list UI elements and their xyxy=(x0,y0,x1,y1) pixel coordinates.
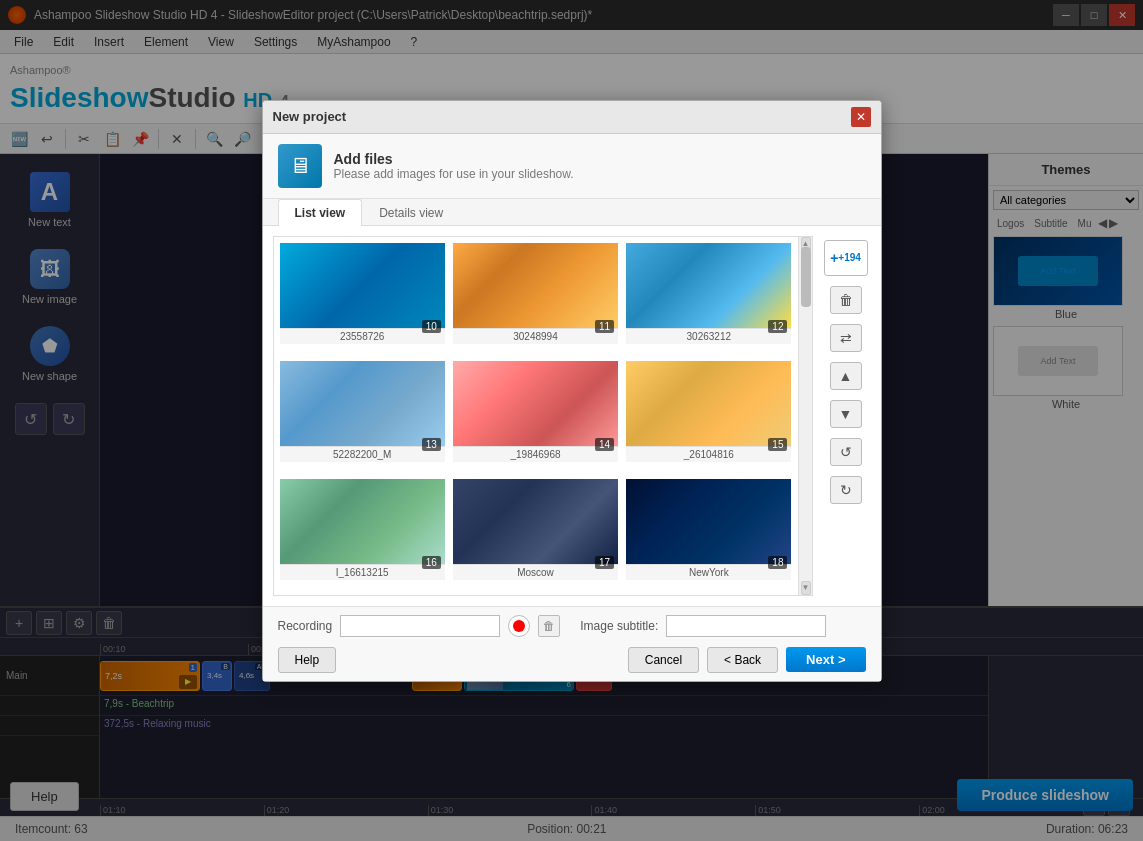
image-thumb-newyork xyxy=(626,479,791,564)
image-cell-12[interactable]: 12 30263212 xyxy=(624,241,793,355)
image-thumb-kid2 xyxy=(626,361,791,446)
add-files-button[interactable]: + +194 xyxy=(824,240,868,276)
modal-header-text: Add files Please add images for use in y… xyxy=(334,151,574,181)
new-project-modal: New project ✕ 🖥 Add files Please add ima… xyxy=(262,100,882,682)
image-cell-11[interactable]: 11 30248994 xyxy=(451,241,620,355)
modal-body: 10 23558726 11 30248994 12 30263212 xyxy=(263,226,881,606)
modal-fields: Recording 🗑 Image subtitle: xyxy=(278,615,866,637)
modal-tabs: List view Details view xyxy=(263,199,881,226)
image-thumb-glasses xyxy=(626,243,791,328)
modal-header-desc: Please add images for use in your slides… xyxy=(334,167,574,181)
add-count-label: +194 xyxy=(838,252,861,263)
move-up-button[interactable]: ▲ xyxy=(830,362,862,390)
image-cell-16[interactable]: 16 I_16613215 xyxy=(278,477,447,591)
record-button[interactable] xyxy=(508,615,530,637)
image-name-18: NewYork xyxy=(626,564,791,580)
image-cell-17[interactable]: 17 Moscow xyxy=(451,477,620,591)
rotate-ccw-ctrl[interactable]: ↺ xyxy=(830,438,862,466)
modal-close-button[interactable]: ✕ xyxy=(851,107,871,127)
image-num-14: 14 xyxy=(595,438,614,451)
image-name-13: 52282200_M xyxy=(280,446,445,462)
modal-header: 🖥 Add files Please add images for use in… xyxy=(263,134,881,199)
recording-field: Recording 🗑 xyxy=(278,615,561,637)
image-cell-15[interactable]: 15 _26104816 xyxy=(624,359,793,473)
grid-side-controls: + +194 🗑 ⇄ ▲ ▼ ↺ ↻ xyxy=(821,236,871,596)
image-thumb-kids xyxy=(453,243,618,328)
image-cell-13[interactable]: 13 52282200_M xyxy=(278,359,447,473)
image-grid-scrollbar[interactable]: ▲ ▼ xyxy=(798,237,812,595)
modal-help-button[interactable]: Help xyxy=(278,647,337,673)
rotate-cw-ctrl[interactable]: ↻ xyxy=(830,476,862,504)
modal-titlebar: New project ✕ xyxy=(263,101,881,134)
modal-overlay: New project ✕ 🖥 Add files Please add ima… xyxy=(0,0,1143,841)
image-grid: 10 23558726 11 30248994 12 30263212 xyxy=(274,237,798,595)
image-num-18: 18 xyxy=(768,556,787,569)
modal-header-title: Add files xyxy=(334,151,574,167)
scroll-down-button[interactable]: ▼ xyxy=(801,581,811,595)
recording-input[interactable] xyxy=(340,615,500,637)
modal-next-button[interactable]: Next > xyxy=(786,647,865,672)
recording-delete-button[interactable]: 🗑 xyxy=(538,615,560,637)
image-thumb-dance xyxy=(280,361,445,446)
modal-bottom: Recording 🗑 Image subtitle: Help Cancel … xyxy=(263,606,881,681)
image-name-17: Moscow xyxy=(453,564,618,580)
image-subtitle-input[interactable] xyxy=(666,615,826,637)
image-name-10: 23558726 xyxy=(280,328,445,344)
image-num-17: 17 xyxy=(595,556,614,569)
image-subtitle-field: Image subtitle: xyxy=(580,615,826,637)
modal-header-icon: 🖥 xyxy=(278,144,322,188)
image-name-15: _26104816 xyxy=(626,446,791,462)
image-cell-10[interactable]: 10 23558726 xyxy=(278,241,447,355)
image-num-15: 15 xyxy=(768,438,787,451)
image-name-16: I_16613215 xyxy=(280,564,445,580)
image-name-12: 30263212 xyxy=(626,328,791,344)
image-thumb-group xyxy=(453,361,618,446)
image-thumb-family xyxy=(280,479,445,564)
scrollbar-thumb[interactable] xyxy=(801,247,811,307)
image-num-10: 10 xyxy=(422,320,441,333)
image-name-14: _19846968 xyxy=(453,446,618,462)
shuffle-button[interactable]: ⇄ xyxy=(830,324,862,352)
modal-actions: Help Cancel < Back Next > xyxy=(278,647,866,673)
record-dot-icon xyxy=(513,620,525,632)
image-cell-14[interactable]: 14 _19846968 xyxy=(451,359,620,473)
modal-cancel-button[interactable]: Cancel xyxy=(628,647,699,673)
image-num-12: 12 xyxy=(768,320,787,333)
delete-file-button[interactable]: 🗑 xyxy=(830,286,862,314)
image-num-11: 11 xyxy=(595,320,614,333)
modal-tab-list[interactable]: List view xyxy=(278,199,363,226)
image-num-13: 13 xyxy=(422,438,441,451)
modal-title: New project xyxy=(273,109,347,124)
image-subtitle-label: Image subtitle: xyxy=(580,619,658,633)
image-cell-18[interactable]: 18 NewYork xyxy=(624,477,793,591)
image-thumb-moscow xyxy=(453,479,618,564)
image-thumb-surf xyxy=(280,243,445,328)
image-num-16: 16 xyxy=(422,556,441,569)
recording-label: Recording xyxy=(278,619,333,633)
modal-tab-details[interactable]: Details view xyxy=(362,199,460,226)
modal-back-button[interactable]: < Back xyxy=(707,647,778,673)
move-down-button[interactable]: ▼ xyxy=(830,400,862,428)
image-name-11: 30248994 xyxy=(453,328,618,344)
image-grid-container: 10 23558726 11 30248994 12 30263212 xyxy=(273,236,813,596)
